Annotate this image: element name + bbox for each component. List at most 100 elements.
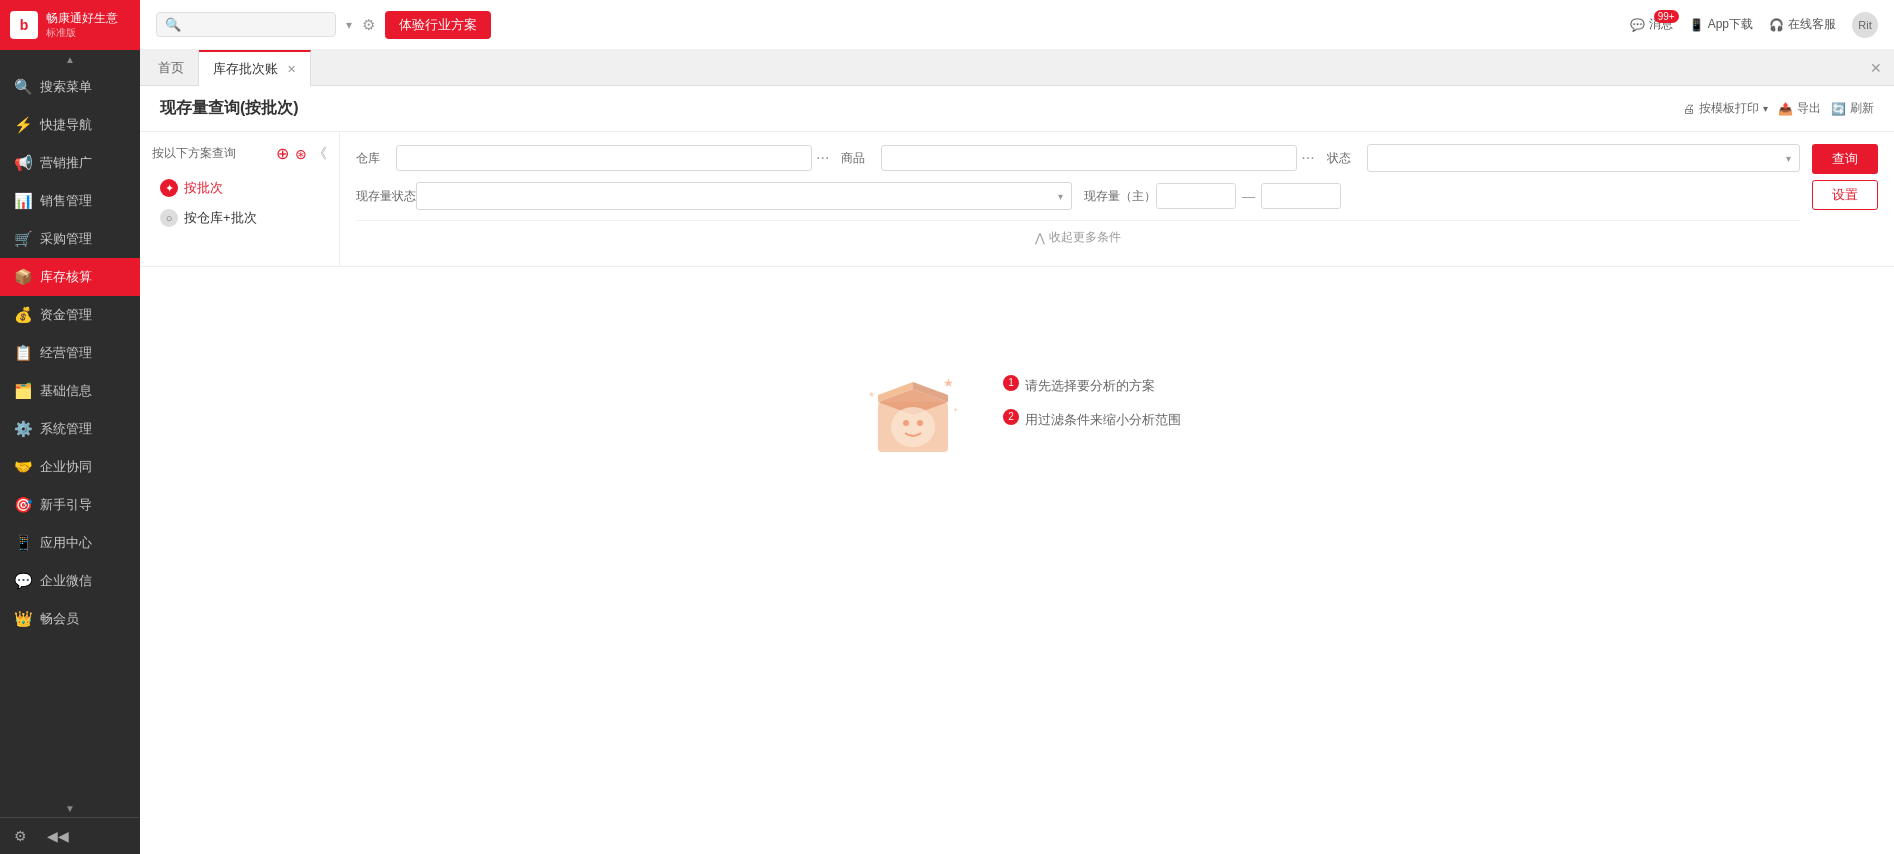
sidebar-item-finance[interactable]: 💰 资金管理 <box>0 296 140 334</box>
app-title-area: 畅康通好生意 标准版 <box>46 10 118 41</box>
step1-text: 请先选择要分析的方案 <box>1025 373 1155 399</box>
close-tab-area-btn[interactable]: ✕ <box>1862 56 1890 80</box>
gear-icon: ⚙️ <box>14 420 32 438</box>
collapse-more-label: 收起更多条件 <box>1049 229 1121 246</box>
app-download-btn[interactable]: 📱 App下载 <box>1689 16 1753 33</box>
warehouse-dots-btn[interactable]: ··· <box>816 149 829 167</box>
sidebar-footer: ⚙ ◀◀ <box>0 817 140 854</box>
search-chevron-icon[interactable]: ▾ <box>346 18 352 32</box>
stock-qty-min-input[interactable] <box>1156 183 1236 209</box>
filter-area: 按以下方案查询 ⊕ ⊛ 《 ✦ 按批次 <box>140 132 1894 267</box>
tab-batch[interactable]: 库存批次账 ✕ <box>199 50 311 86</box>
phone-download-icon: 📱 <box>1689 18 1704 32</box>
sidebar-item-quick[interactable]: ⚡ 快捷导航 <box>0 106 140 144</box>
sidebar-item-search[interactable]: 🔍 搜索菜单 <box>0 68 140 106</box>
warehouse-input[interactable] <box>396 145 812 171</box>
empty-svg-illustration: ★ ★ ✦ <box>853 347 973 467</box>
sidebar-item-system[interactable]: ⚙️ 系统管理 <box>0 410 140 448</box>
sidebar-item-basic[interactable]: 🗂️ 基础信息 <box>0 372 140 410</box>
product-input[interactable] <box>881 145 1297 171</box>
sidebar-item-label: 搜索菜单 <box>40 78 92 96</box>
topbar-gear-icon[interactable]: ⚙ <box>362 16 375 34</box>
print-chevron-icon: ▾ <box>1763 103 1768 114</box>
status-select[interactable]: ▾ <box>1367 144 1800 172</box>
sidebar-item-enterprise[interactable]: 🤝 企业协同 <box>0 448 140 486</box>
topbar-search-input[interactable] <box>186 18 306 32</box>
export-label: 导出 <box>1797 100 1821 117</box>
export-btn[interactable]: 📤 导出 <box>1778 100 1821 117</box>
product-field: 商品 ··· <box>841 145 1314 171</box>
settings-footer-btn[interactable]: ⚙ <box>14 828 27 844</box>
online-service-btn[interactable]: 🎧 在线客服 <box>1769 16 1836 33</box>
message-icon: 💬 <box>1630 18 1645 32</box>
sidebar-item-purchase[interactable]: 🛒 采购管理 <box>0 220 140 258</box>
messages-badge: 99+ <box>1654 10 1679 23</box>
plan-icon-gray: ○ <box>160 209 178 227</box>
empty-state: ★ ★ ✦ 1 请先选择要分析的方案 2 用过滤条件来缩小分析范围 <box>140 267 1894 547</box>
page-header: 现存量查询(按批次) 🖨 按模板打印 ▾ 📤 导出 🔄 刷新 <box>140 86 1894 132</box>
svg-text:✦: ✦ <box>953 407 958 413</box>
sidebar-item-vip[interactable]: 👑 畅会员 <box>0 600 140 638</box>
topbar-right: 💬 消息 99+ 📱 App下载 🎧 在线客服 Rit <box>1630 12 1878 38</box>
topbar: 🔍 ▾ ⚙ 体验行业方案 💬 消息 99+ 📱 App下载 🎧 在线客服 Rit <box>140 0 1894 50</box>
plan-icon-symbol2: ○ <box>166 212 173 224</box>
query-btn[interactable]: 查询 <box>1812 144 1878 174</box>
add-plan-icon[interactable]: ⊕ <box>276 144 289 163</box>
print-label: 按模板打印 <box>1699 100 1759 117</box>
product-dots-btn[interactable]: ··· <box>1301 149 1314 167</box>
svg-point-4 <box>891 407 935 447</box>
sidebar-item-inventory[interactable]: 📦 库存核算 <box>0 258 140 296</box>
messages-btn[interactable]: 💬 消息 99+ <box>1630 16 1673 33</box>
collapse-up-icon: ⋀ <box>1035 231 1045 245</box>
sidebar-item-newbie[interactable]: 🎯 新手引导 <box>0 486 140 524</box>
sidebar-header: b 畅康通好生意 标准版 <box>0 0 140 50</box>
stock-status-select[interactable]: ▾ <box>416 182 1072 210</box>
sidebar-item-wechat[interactable]: 💬 企业微信 <box>0 562 140 600</box>
collapse-more-btn[interactable]: ⋀ 收起更多条件 <box>356 220 1800 254</box>
tab-home-label: 首页 <box>158 59 184 77</box>
settings-btn[interactable]: 设置 <box>1812 180 1878 210</box>
sidebar-item-sales[interactable]: 📊 销售管理 <box>0 182 140 220</box>
sidebar-nav-area: 🔍 搜索菜单 ⚡ 快捷导航 📢 营销推广 📊 销售管理 🛒 采购管理 📦 库存核… <box>0 68 140 799</box>
sidebar-item-label: 企业协同 <box>40 458 92 476</box>
sidebar-item-label: 应用中心 <box>40 534 92 552</box>
refresh-btn[interactable]: 🔄 刷新 <box>1831 100 1874 117</box>
sidebar-scroll-down[interactable]: ▼ <box>0 799 140 817</box>
money-icon: 💰 <box>14 306 32 324</box>
sidebar-scroll-up[interactable]: ▲ <box>0 50 140 68</box>
megaphone-icon: 📢 <box>14 154 32 172</box>
status-field: 状态 ▾ <box>1327 144 1800 172</box>
user-menu-btn[interactable]: Rit <box>1852 12 1878 38</box>
refresh-label: 刷新 <box>1850 100 1874 117</box>
user-avatar: Rit <box>1852 12 1878 38</box>
sidebar-item-label: 企业微信 <box>40 572 92 590</box>
print-icon: 🖨 <box>1683 102 1695 116</box>
sidebar-item-operations[interactable]: 📋 经营管理 <box>0 334 140 372</box>
collapse-filter-sidebar-btn[interactable]: 《 <box>313 145 327 163</box>
sidebar-item-apps[interactable]: 📱 应用中心 <box>0 524 140 562</box>
plan-item-batch[interactable]: ✦ 按批次 <box>152 173 327 203</box>
svg-text:★: ★ <box>943 376 954 390</box>
trial-btn[interactable]: 体验行业方案 <box>385 11 491 39</box>
tabs-bar: 首页 库存批次账 ✕ ✕ <box>140 50 1894 86</box>
topbar-search-box[interactable]: 🔍 <box>156 12 336 37</box>
collapse-sidebar-btn[interactable]: ◀◀ <box>47 828 69 844</box>
plan-label-warehouse-batch: 按仓库+批次 <box>184 209 257 227</box>
tab-home[interactable]: 首页 <box>144 51 199 85</box>
app-logo: b <box>10 11 38 39</box>
box-icon: 📦 <box>14 268 32 286</box>
print-btn[interactable]: 🖨 按模板打印 ▾ <box>1683 100 1768 117</box>
sidebar-item-label: 资金管理 <box>40 306 92 324</box>
plan-settings-icon[interactable]: ⊛ <box>295 146 307 162</box>
sidebar-item-marketing[interactable]: 📢 营销推广 <box>0 144 140 182</box>
search-icon: 🔍 <box>14 78 32 96</box>
stock-qty-max-input[interactable] <box>1261 183 1341 209</box>
tab-close-btn[interactable]: ✕ <box>287 64 296 75</box>
plan-item-warehouse-batch[interactable]: ○ 按仓库+批次 <box>152 203 327 233</box>
empty-illustration: ★ ★ ✦ <box>853 347 973 467</box>
crown-icon: 👑 <box>14 610 32 628</box>
stock-status-arrow-icon: ▾ <box>1058 191 1063 202</box>
page-content: 现存量查询(按批次) 🖨 按模板打印 ▾ 📤 导出 🔄 刷新 <box>140 86 1894 854</box>
main-area: 🔍 ▾ ⚙ 体验行业方案 💬 消息 99+ 📱 App下载 🎧 在线客服 Rit <box>140 0 1894 854</box>
filter-row-1: 仓库 ··· 商品 ··· 状态 <box>356 144 1800 172</box>
